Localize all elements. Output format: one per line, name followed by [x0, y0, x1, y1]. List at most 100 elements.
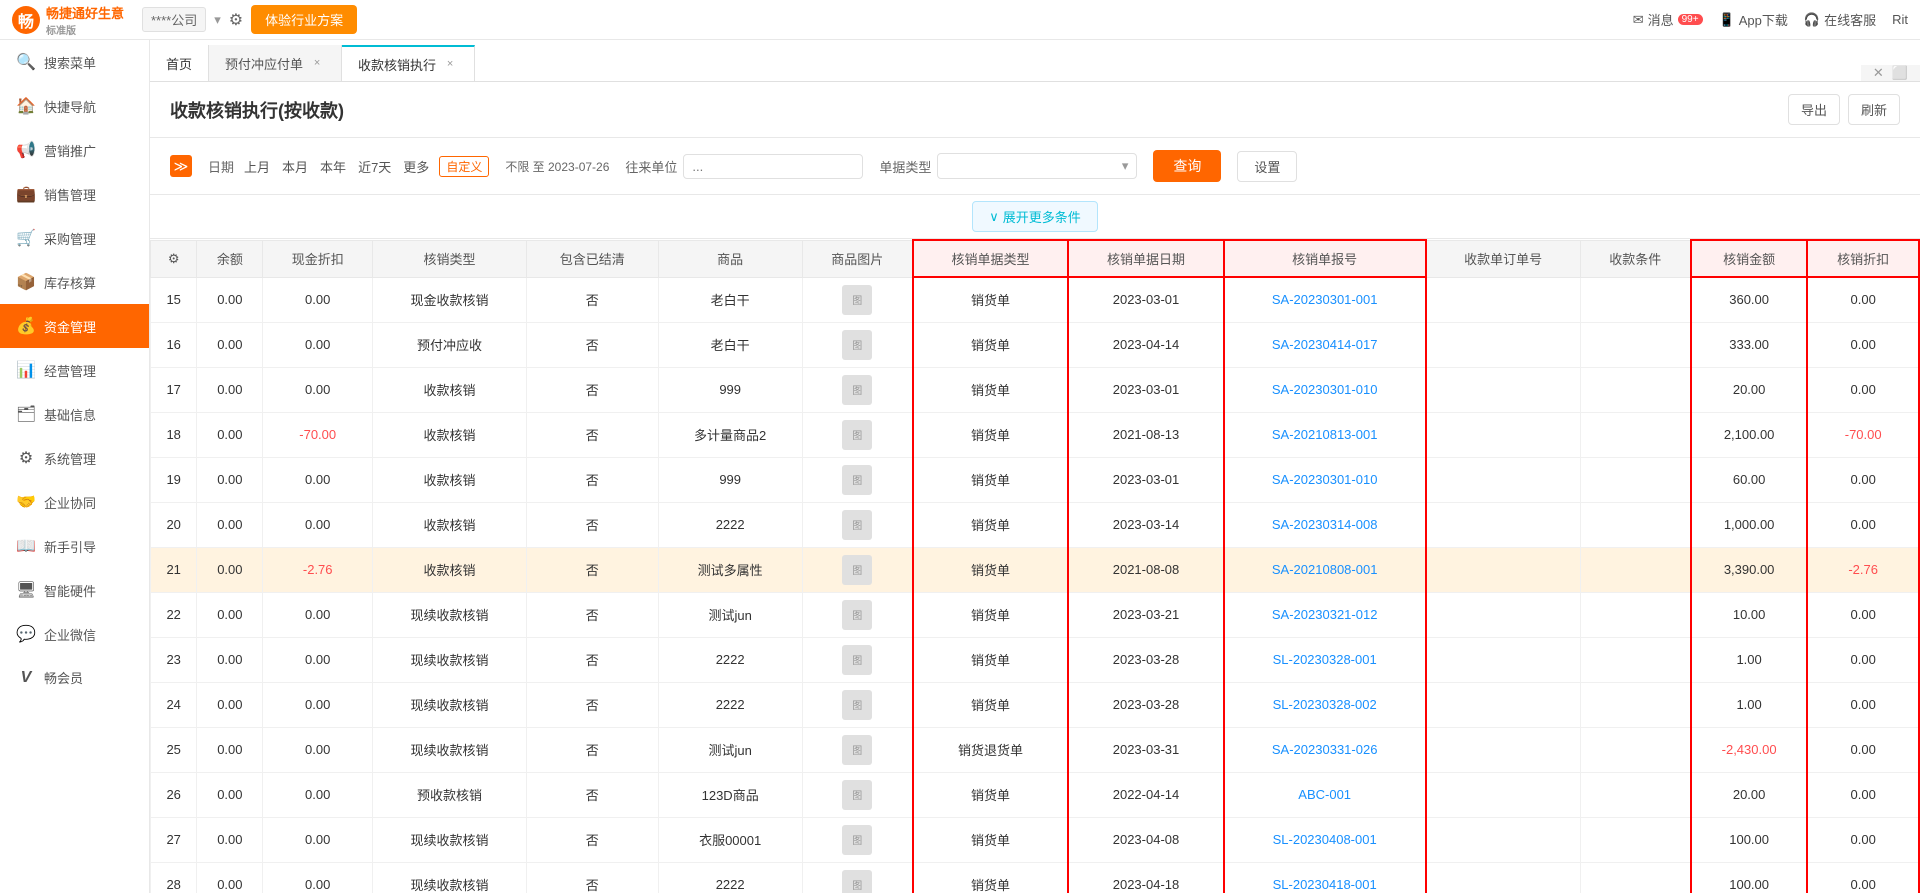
filter-date-group: 日期 上月 本月 本年 近7天 更多 自定义 [208, 155, 489, 178]
expand-more-button[interactable]: ∨ 展开更多条件 [972, 201, 1098, 232]
goods-image: 图 [842, 870, 872, 893]
table-body: 15 0.00 0.00 现金收款核销 否 老白干 图 销货单 2023-03-… [151, 277, 1920, 893]
cell-cancel-type: 现续收款核销 [373, 727, 527, 772]
cell-cash-discount: 0.00 [263, 592, 373, 637]
user-name: Rit [1892, 12, 1908, 27]
cell-receipt-order-no [1426, 637, 1581, 682]
col-header-cancel-bill-date: 核销单据日期 [1068, 240, 1223, 277]
online-service-button[interactable]: 🎧 在线客服 [1804, 10, 1876, 29]
filter-date-custom[interactable]: 自定义 [439, 156, 489, 177]
cell-balance: 0.00 [197, 592, 263, 637]
col-header-cancel-discount: 核销折扣 [1807, 240, 1919, 277]
tab-prepay[interactable]: 预付冲应付单 × [209, 45, 342, 81]
cell-cancel-type: 现续收款核销 [373, 637, 527, 682]
cell-cancel-bill-type: 销货单 [913, 772, 1068, 817]
filter-partner-input[interactable] [683, 154, 863, 179]
cancel-bill-no-link[interactable]: SA-20210808-001 [1272, 562, 1378, 577]
filter-date-more[interactable]: 更多 [399, 155, 433, 178]
setting-button[interactable]: 设置 [1237, 151, 1297, 182]
sidebar-item-member[interactable]: V 畅会员 [0, 656, 149, 699]
operations-icon: 📊 [16, 360, 36, 380]
cancel-bill-no-link[interactable]: SA-20210813-001 [1272, 427, 1378, 442]
filter-date-this-month[interactable]: 本月 [278, 155, 312, 178]
sidebar-item-marketing[interactable]: 📢 营销推广 [0, 128, 149, 172]
tab-home[interactable]: 首页 [150, 45, 209, 81]
cell-cancel-type: 预付冲应收 [373, 322, 527, 367]
cancel-bill-no-link[interactable]: SL-20230328-002 [1273, 697, 1377, 712]
table-row: 23 0.00 0.00 现续收款核销 否 2222 图 销货单 2023-03… [151, 637, 1920, 682]
company-selector[interactable]: ****公司 [142, 7, 206, 32]
goods-image: 图 [842, 780, 872, 810]
sidebar-item-quick-nav[interactable]: 🏠 快捷导航 [0, 84, 149, 128]
cell-row-id: 19 [151, 457, 197, 502]
message-button[interactable]: ✉ 消息 99+ [1633, 10, 1703, 29]
export-button[interactable]: 导出 [1788, 94, 1840, 125]
cancel-bill-no-link[interactable]: SA-20230301-010 [1272, 382, 1378, 397]
industry-solution-button[interactable]: 体验行业方案 [251, 5, 357, 34]
cell-cancel-amount: 333.00 [1691, 322, 1807, 367]
sidebar-item-sales[interactable]: 💼 销售管理 [0, 172, 149, 216]
filter-date-last-month[interactable]: 上月 [240, 155, 274, 178]
cancel-bill-no-link[interactable]: SA-20230414-017 [1272, 337, 1378, 352]
sidebar-item-system[interactable]: ⚙ 系统管理 [0, 436, 149, 480]
tab-prepay-close[interactable]: × [309, 55, 325, 71]
sidebar-item-basic-info[interactable]: 🗂 基础信息 [0, 392, 149, 436]
cell-receipt-condition [1580, 412, 1691, 457]
filter-expand-button[interactable]: ≫ [170, 155, 192, 177]
smart-hw-icon: 🖥 [16, 580, 36, 600]
sidebar-item-search[interactable]: 🔍 搜索菜单 [0, 40, 149, 84]
cell-cancel-discount: 0.00 [1807, 367, 1919, 412]
sidebar-item-purchase[interactable]: 🛒 采购管理 [0, 216, 149, 260]
cancel-bill-no-link[interactable]: SL-20230418-001 [1273, 877, 1377, 892]
cell-cancel-discount: 0.00 [1807, 817, 1919, 862]
basic-info-icon: 🗂 [16, 404, 36, 424]
cancel-bill-no-link[interactable]: SL-20230328-001 [1273, 652, 1377, 667]
cancel-bill-no-link[interactable]: SA-20230301-001 [1272, 292, 1378, 307]
cell-receipt-order-no [1426, 862, 1581, 893]
cancel-bill-no-link[interactable]: SA-20230321-012 [1272, 607, 1378, 622]
cell-goods: 123D商品 [658, 772, 802, 817]
cell-include-settled: 否 [526, 547, 658, 592]
cell-row-id: 16 [151, 322, 197, 367]
col-header-settings[interactable]: ⚙ [151, 240, 197, 277]
app-download-button[interactable]: 📱 App下载 [1719, 10, 1788, 29]
cell-cancel-discount: 0.00 [1807, 322, 1919, 367]
gear-icon[interactable]: ⚙ [229, 10, 243, 30]
cell-receipt-condition [1580, 502, 1691, 547]
filter-date-7days[interactable]: 近7天 [354, 155, 395, 178]
member-icon: V [16, 669, 36, 687]
sidebar-item-cooperation[interactable]: 🤝 企业协同 [0, 480, 149, 524]
refresh-button[interactable]: 刷新 [1848, 94, 1900, 125]
filter-date-this-year[interactable]: 本年 [316, 155, 350, 178]
cancel-bill-no-link[interactable]: ABC-001 [1298, 787, 1351, 802]
close-tab-icon[interactable]: ✕ [1873, 65, 1884, 81]
sidebar-item-finance[interactable]: 💰 资金管理 [0, 304, 149, 348]
cancel-bill-no-link[interactable]: SL-20230408-001 [1273, 832, 1377, 847]
logo-icon: 畅 [12, 6, 40, 34]
sidebar-item-wechat[interactable]: 💬 企业微信 [0, 612, 149, 656]
query-button[interactable]: 查询 [1153, 150, 1221, 182]
cell-goods: 2222 [658, 502, 802, 547]
sidebar-item-guide[interactable]: 📖 新手引导 [0, 524, 149, 568]
sidebar-label-purchase: 采购管理 [44, 229, 96, 248]
cell-receipt-order-no [1426, 592, 1581, 637]
filter-bill-type-select[interactable]: ▾ [937, 153, 1137, 179]
sidebar-label-operations: 经营管理 [44, 361, 96, 380]
sidebar-item-operations[interactable]: 📊 经营管理 [0, 348, 149, 392]
cancel-bill-no-link[interactable]: SA-20230301-010 [1272, 472, 1378, 487]
sidebar-item-inventory[interactable]: 📦 库存核算 [0, 260, 149, 304]
tab-collection-cancel-close[interactable]: × [442, 56, 458, 72]
maximize-icon[interactable]: ⬜ [1892, 65, 1908, 81]
cancel-bill-no-link[interactable]: SA-20230314-008 [1272, 517, 1378, 532]
cell-cancel-bill-type: 销货单 [913, 547, 1068, 592]
cell-goods: 测试jun [658, 592, 802, 637]
cell-goods-img: 图 [802, 772, 913, 817]
cell-cancel-amount: 1,000.00 [1691, 502, 1807, 547]
user-avatar[interactable]: Rit [1892, 12, 1908, 27]
cell-include-settled: 否 [526, 727, 658, 772]
tab-collection-cancel[interactable]: 收款核销执行 × [342, 45, 475, 81]
cooperation-icon: 🤝 [16, 492, 36, 512]
cancel-bill-no-link[interactable]: SA-20230331-026 [1272, 742, 1378, 757]
cell-receipt-condition [1580, 637, 1691, 682]
sidebar-item-smart-hw[interactable]: 🖥 智能硬件 [0, 568, 149, 612]
